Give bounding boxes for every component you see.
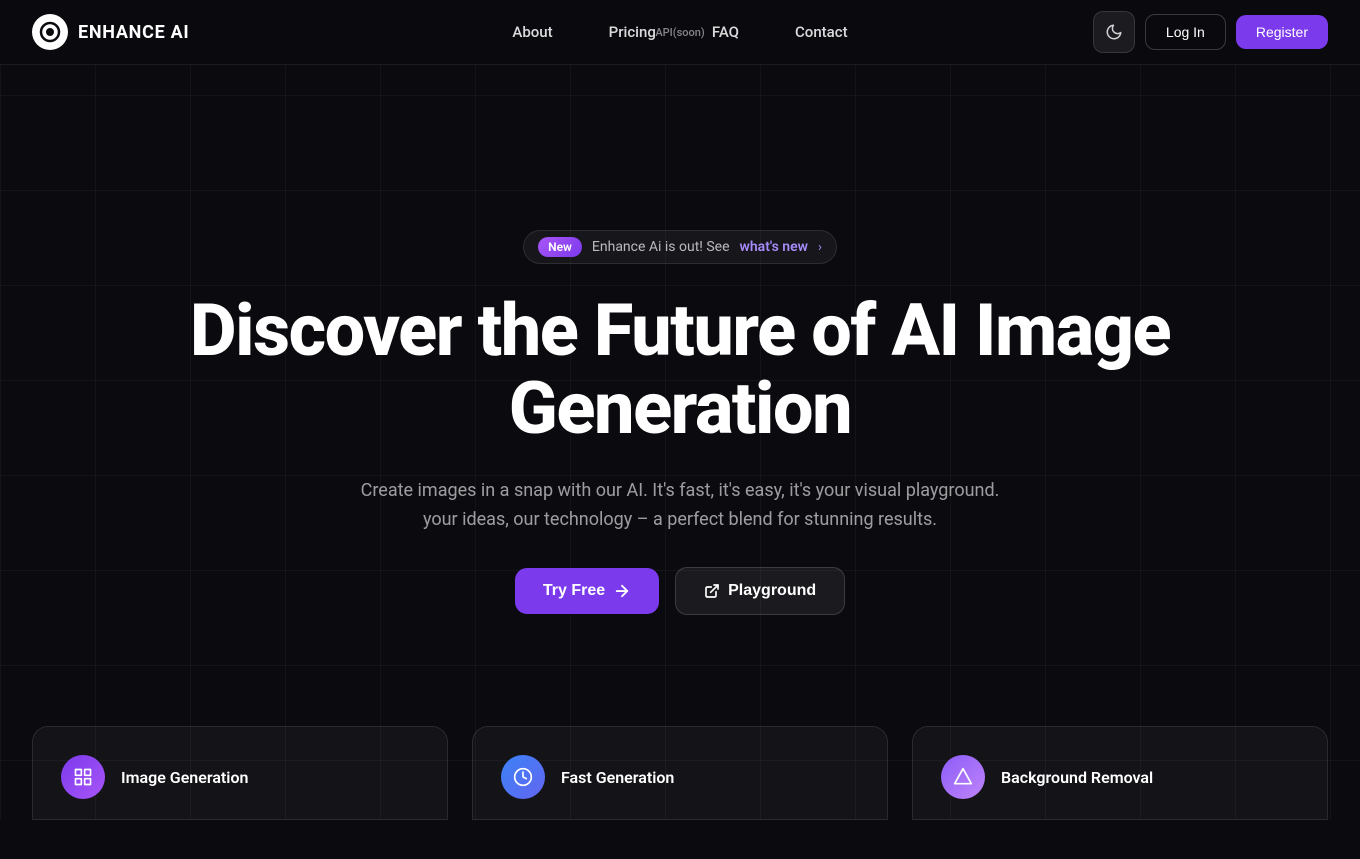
badge-arrow-icon: › [818,240,822,255]
feature-card-title-1: Fast Generation [561,768,674,787]
badge-text: Enhance Ai is out! See [592,239,730,255]
hero-subtitle: Create images in a snap with our AI. It'… [350,476,1010,535]
feature-card-2: Background Removal [912,726,1328,820]
nav-contact[interactable]: Contact [767,15,876,49]
dark-mode-toggle[interactable] [1093,11,1135,53]
logo-text: ENHANCE AI [78,22,189,43]
feature-card-0: Image Generation [32,726,448,820]
playground-button[interactable]: Playground [675,567,845,615]
logo-icon [32,14,68,50]
feature-card-1: Fast Generation [472,726,888,820]
background-removal-icon [941,755,985,799]
feature-card-title-2: Background Removal [1001,768,1153,787]
hero-title: Discover the Future of AI Image Generati… [130,292,1230,448]
nav-about[interactable]: About [484,15,580,49]
feature-card-title-0: Image Generation [121,768,248,787]
arrow-right-icon [613,582,631,600]
login-button[interactable]: Log In [1145,14,1226,50]
announcement-badge[interactable]: New Enhance Ai is out! See what's new › [523,230,837,264]
nav-actions: Log In Register [1093,11,1328,53]
moon-icon [1105,23,1123,41]
try-free-button[interactable]: Try Free [515,568,659,614]
nav-links: About Pricing FAQ API(soon) Contact [484,15,875,49]
fast-generation-icon [501,755,545,799]
logo[interactable]: ENHANCE AI [32,14,189,50]
image-generation-icon [61,755,105,799]
navbar: ENHANCE AI About Pricing FAQ API(soon) C… [0,0,1360,65]
badge-new-label: New [538,237,582,257]
hero-buttons: Try Free Playground [515,567,845,615]
whats-new-link[interactable]: what's new [740,239,808,255]
external-link-icon [704,583,720,599]
feature-cards: Image Generation Fast Generation Backgro… [0,726,1360,820]
register-button[interactable]: Register [1236,15,1328,49]
hero-content: New Enhance Ai is out! See what's new › … [98,230,1262,615]
nav-api[interactable]: API(soon) [627,18,732,47]
hero-section: New Enhance Ai is out! See what's new › … [0,0,1360,820]
